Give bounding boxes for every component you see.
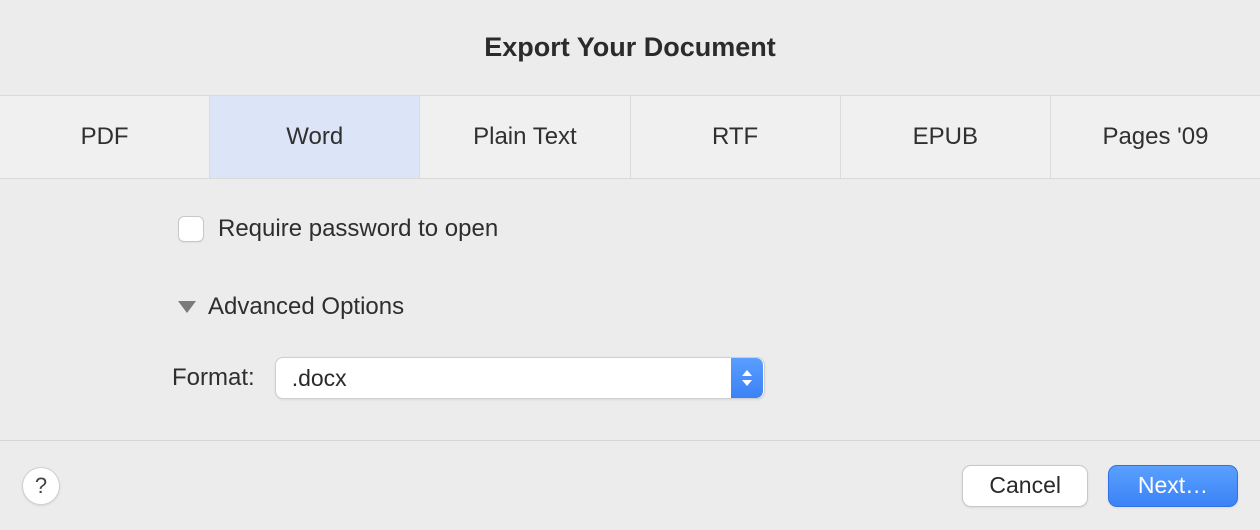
- require-password-row: Require password to open: [178, 215, 1260, 243]
- dialog-header: Export Your Document: [0, 0, 1260, 95]
- dialog-title: Export Your Document: [484, 32, 776, 63]
- tab-label: Pages '09: [1102, 123, 1208, 151]
- tab-pages-09[interactable]: Pages '09: [1051, 96, 1260, 178]
- tab-label: EPUB: [913, 123, 978, 151]
- tab-label: Word: [286, 123, 343, 151]
- disclosure-triangle-icon: [178, 301, 196, 313]
- chevron-down-icon: [742, 380, 752, 386]
- help-icon: ?: [35, 473, 47, 499]
- tab-label: Plain Text: [473, 123, 577, 151]
- next-button[interactable]: Next…: [1108, 465, 1238, 507]
- require-password-label: Require password to open: [218, 215, 498, 243]
- options-panel: Require password to open Advanced Option…: [0, 179, 1260, 399]
- cancel-button-label: Cancel: [989, 472, 1061, 499]
- next-button-label: Next…: [1138, 472, 1208, 499]
- require-password-checkbox[interactable]: [178, 216, 204, 242]
- stepper-arrows-icon: [731, 358, 763, 398]
- help-button[interactable]: ?: [22, 467, 60, 505]
- format-tabs: PDF Word Plain Text RTF EPUB Pages '09: [0, 95, 1260, 179]
- format-row: Format: .docx: [172, 357, 1260, 399]
- format-select[interactable]: .docx: [275, 357, 765, 399]
- tab-epub[interactable]: EPUB: [841, 96, 1051, 178]
- tab-label: PDF: [81, 123, 129, 151]
- tab-pdf[interactable]: PDF: [0, 96, 210, 178]
- chevron-up-icon: [742, 370, 752, 376]
- dialog-footer: ? Cancel Next…: [0, 440, 1260, 530]
- format-selected-value: .docx: [276, 365, 764, 392]
- advanced-options-label: Advanced Options: [208, 293, 404, 321]
- advanced-options-toggle[interactable]: Advanced Options: [178, 293, 1260, 321]
- tab-plain-text[interactable]: Plain Text: [420, 96, 630, 178]
- format-label: Format:: [172, 364, 255, 392]
- tab-rtf[interactable]: RTF: [631, 96, 841, 178]
- tab-word[interactable]: Word: [210, 96, 420, 178]
- cancel-button[interactable]: Cancel: [962, 465, 1088, 507]
- tab-label: RTF: [712, 123, 758, 151]
